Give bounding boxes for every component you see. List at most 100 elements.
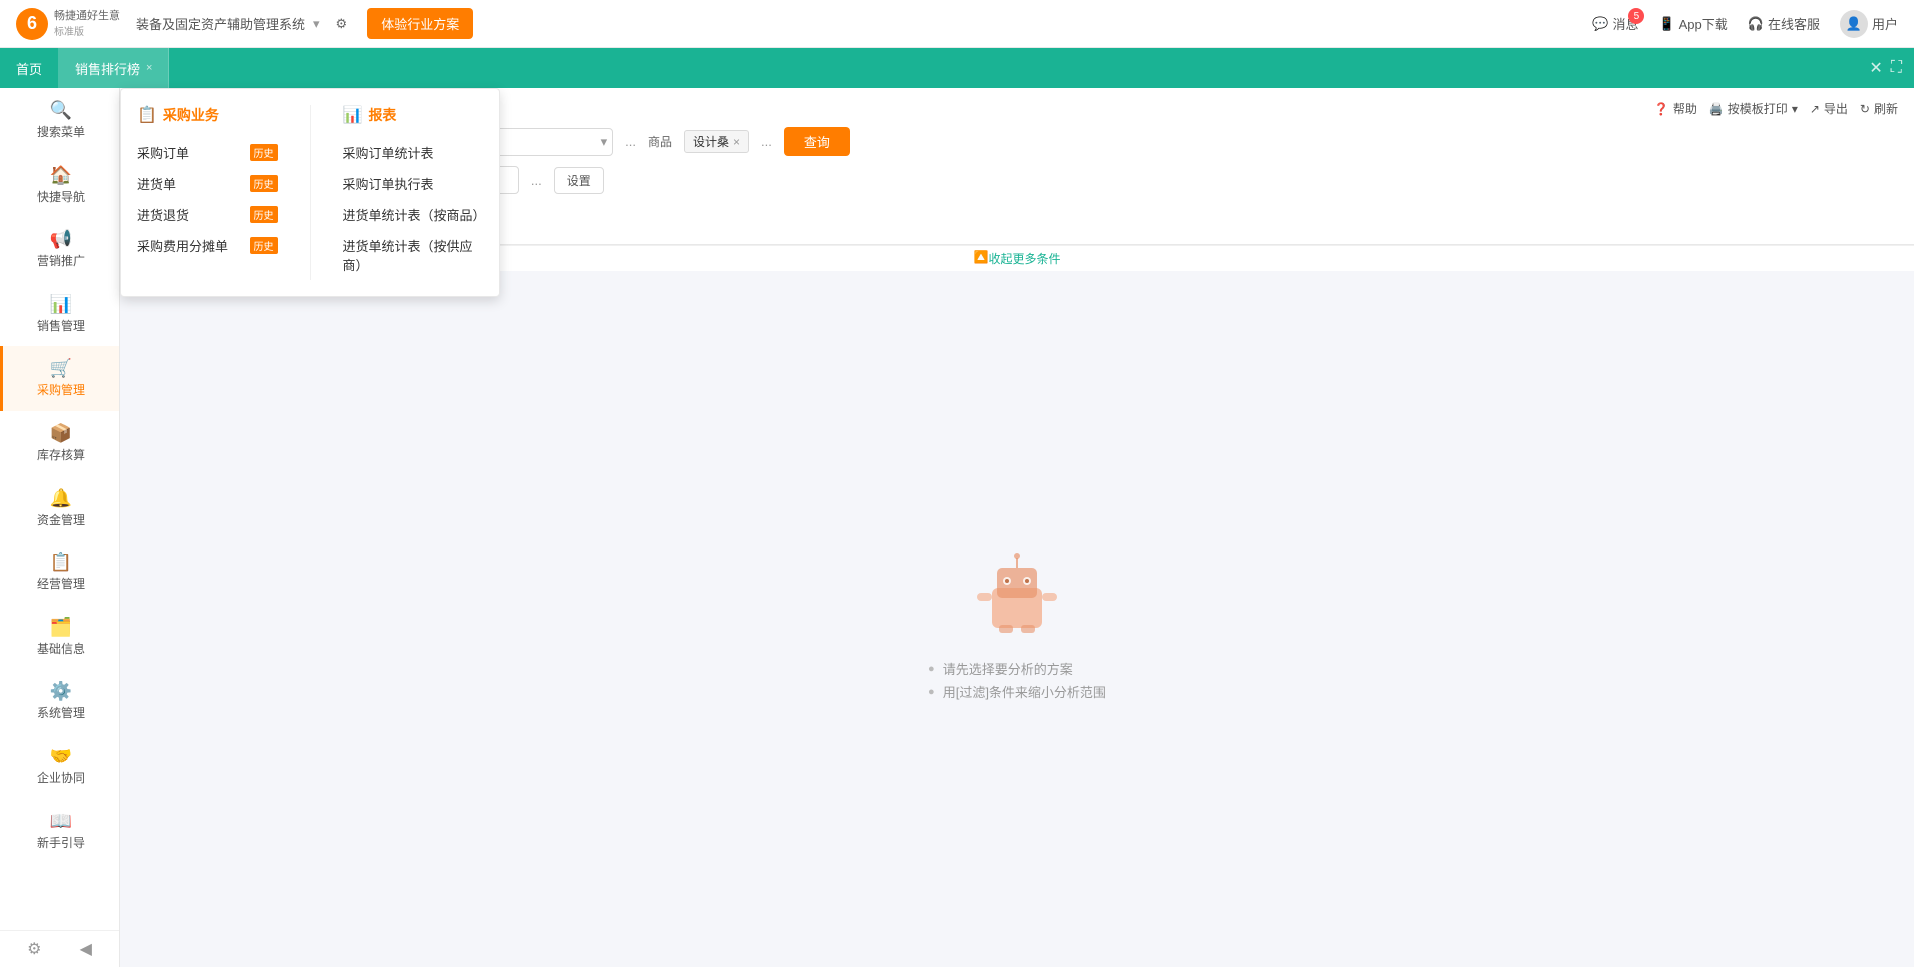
- dropdown-item-purchase-order[interactable]: 采购订单 历史: [137, 137, 278, 168]
- purchase-order-history: 历史: [250, 144, 278, 161]
- sidebar-item-guide[interactable]: 📖 新手引导: [0, 799, 119, 864]
- chart-icon: 📊: [50, 294, 72, 315]
- sidebar-item-basic-info[interactable]: 🗂️ 基础信息: [0, 605, 119, 670]
- sidebar-operations-label: 经营管理: [37, 577, 85, 593]
- tab-sales-ranking[interactable]: 销售排行榜 ×: [59, 48, 169, 88]
- sidebar-item-purchase[interactable]: 🛒 采购管理: [0, 346, 119, 411]
- sidebar-marketing-label: 营销推广: [37, 254, 85, 270]
- purchase-title-label: 采购业务: [163, 105, 219, 125]
- product-ellipsis[interactable]: ...: [761, 134, 772, 149]
- sidebar-finance-label: 资金管理: [37, 513, 85, 529]
- sidebar-sales-label: 销售管理: [37, 319, 85, 335]
- app-download-item[interactable]: 📱 App下载: [1658, 14, 1727, 33]
- bell-icon: 🔔: [50, 488, 72, 509]
- export-label: 导出: [1824, 100, 1848, 117]
- sidebar-item-system[interactable]: ⚙️ 系统管理: [0, 669, 119, 734]
- cart-icon: 🛒: [50, 358, 72, 379]
- dropdown-divider: [310, 105, 311, 280]
- sidebar-item-operations[interactable]: 📋 经营管理: [0, 540, 119, 605]
- refresh-label: 刷新: [1874, 100, 1898, 117]
- settings-gear-icon[interactable]: ⚙: [336, 16, 348, 32]
- logo-area: 6 畅捷通好生意 标准版: [16, 8, 136, 40]
- sidebar-system-label: 系统管理: [37, 706, 85, 722]
- sidebar-item-inventory[interactable]: 📦 库存核算: [0, 411, 119, 476]
- user-label: 用户: [1872, 14, 1898, 33]
- settings-filter-btn[interactable]: 设置: [554, 167, 604, 194]
- title-dropdown-icon[interactable]: ▾: [313, 16, 320, 32]
- handshake-icon: 🤝: [50, 746, 72, 767]
- refresh-icon: ↻: [1860, 102, 1870, 116]
- product-label: 商品: [648, 133, 672, 150]
- report-title-label: 报表: [368, 105, 396, 125]
- sidebar-item-quicknav[interactable]: 🏠 快捷导航: [0, 153, 119, 218]
- industry-btn[interactable]: 体验行业方案: [367, 8, 473, 39]
- dropdown-item-purchase-return[interactable]: 进货退货 历史: [137, 199, 278, 230]
- tab-bar: 首页 销售排行榜 × ✕ ⛶: [0, 48, 1914, 88]
- product-tag: 设计桑 ×: [684, 130, 749, 153]
- messages-icon-item[interactable]: 💬 消息 5: [1592, 14, 1638, 33]
- system-title-area: 装备及固定资产辅助管理系统 ▾ ⚙ 体验行业方案: [136, 8, 1592, 39]
- printer-icon: 🖨️: [1709, 102, 1724, 116]
- product-tag-close[interactable]: ×: [733, 135, 740, 149]
- sidebar: 🔍 搜索菜单 🏠 快捷导航 📢 营销推广 📊 销售管理 🛒 采购管理 📦 库存核…: [0, 88, 120, 967]
- dropdown-report-title: 📊 报表: [343, 105, 484, 125]
- tab-home[interactable]: 首页: [0, 48, 59, 88]
- purchase-expense-history: 历史: [250, 237, 278, 254]
- dropdown-item-purchase-order-stat[interactable]: 采购订单统计表: [343, 137, 484, 168]
- tab-close-icon[interactable]: ×: [146, 62, 152, 74]
- dropdown-item-purchase-receipt[interactable]: 进货单 历史: [137, 168, 278, 199]
- dropdown-item-purchase-expense[interactable]: 采购费用分摊单 历史: [137, 230, 278, 261]
- empty-state: ● 请先选择要分析的方案 ● 用[过滤]条件来缩小分析范围: [120, 271, 1914, 967]
- tab-sales-ranking-label: 销售排行榜: [75, 59, 140, 78]
- purchase-return-label: 进货退货: [137, 205, 189, 224]
- sidebar-settings-btn[interactable]: ⚙: [27, 939, 41, 959]
- purchase-order-stat-label: 采购订单统计表: [343, 143, 434, 162]
- hint-bullet-1: ●: [928, 663, 935, 675]
- collapse-up-icon: 🔼: [974, 250, 989, 267]
- refresh-btn[interactable]: ↻ 刷新: [1860, 100, 1898, 117]
- sidebar-collapse-btn[interactable]: ◀: [80, 939, 92, 959]
- dropdown-report-col: 📊 报表 采购订单统计表 采购订单执行表 进货单统计表（按商品） 进货单统计表（…: [343, 105, 484, 280]
- purchase-expense-label: 采购费用分摊单: [137, 236, 228, 255]
- hint-text-1: 请先选择要分析的方案: [943, 659, 1073, 678]
- tab-maximize-icon[interactable]: ⛶: [1891, 59, 1902, 77]
- sidebar-item-enterprise[interactable]: 🤝 企业协同: [0, 734, 119, 799]
- sidebar-item-sales[interactable]: 📊 销售管理: [0, 282, 119, 347]
- voucher-status-ellipsis[interactable]: ...: [625, 134, 636, 149]
- voucher-status-select[interactable]: [493, 128, 613, 156]
- sidebar-quicknav-label: 快捷导航: [37, 190, 85, 206]
- print-btn[interactable]: 🖨️ 按模板打印 ▾: [1709, 100, 1798, 117]
- purchase-dropdown-menu: 📋 采购业务 采购订单 历史 进货单 历史 进货退货 历史 采购费用分摊单 历史…: [120, 88, 500, 297]
- query-btn[interactable]: 查询: [784, 127, 850, 156]
- avatar: 👤: [1840, 10, 1868, 38]
- dropdown-item-receipt-stat-supplier[interactable]: 进货单统计表（按供应商）: [343, 230, 484, 280]
- receipt-stat-supplier-label: 进货单统计表（按供应商）: [343, 236, 484, 274]
- sidebar-item-search[interactable]: 🔍 搜索菜单: [0, 88, 119, 153]
- online-service-item[interactable]: 🎧 在线客服: [1748, 14, 1820, 33]
- home-icon: 🏠: [50, 165, 72, 186]
- dropdown-item-receipt-stat-product[interactable]: 进货单统计表（按商品）: [343, 199, 484, 230]
- sidebar-search-label: 搜索菜单: [37, 125, 85, 141]
- logo-icon: 6: [16, 8, 48, 40]
- dropdown-item-purchase-order-exec[interactable]: 采购订单执行表: [343, 168, 484, 199]
- user-item[interactable]: 👤 用户: [1840, 10, 1898, 38]
- help-btn[interactable]: ❓ 帮助: [1654, 100, 1697, 117]
- tab-bar-right: ✕ ⛶: [1869, 58, 1914, 78]
- purchase-title-icon: 📋: [137, 105, 157, 125]
- sidebar-item-marketing[interactable]: 📢 营销推广: [0, 217, 119, 282]
- empty-hint-2: ● 用[过滤]条件来缩小分析范围: [928, 682, 1106, 701]
- app-download-label: App下载: [1679, 14, 1728, 33]
- toolbar-right: ❓ 帮助 🖨️ 按模板打印 ▾ ↗ 导出 ↻ 刷新: [1654, 100, 1898, 117]
- sidebar-item-finance[interactable]: 🔔 资金管理: [0, 476, 119, 541]
- hint-bullet-2: ●: [928, 686, 935, 698]
- card-index-icon: 🗂️: [50, 617, 72, 638]
- salesperson-ellipsis[interactable]: ...: [531, 173, 542, 188]
- sidebar-guide-label: 新手引导: [37, 836, 85, 852]
- sidebar-basicinfo-label: 基础信息: [37, 642, 85, 658]
- tab-close-window-icon[interactable]: ✕: [1869, 58, 1882, 78]
- export-btn[interactable]: ↗ 导出: [1810, 100, 1848, 117]
- empty-hint-1: ● 请先选择要分析的方案: [928, 659, 1106, 678]
- print-dropdown-icon: ▾: [1792, 102, 1798, 116]
- print-label: 按模板打印: [1728, 100, 1788, 117]
- empty-hints: ● 请先选择要分析的方案 ● 用[过滤]条件来缩小分析范围: [928, 655, 1106, 705]
